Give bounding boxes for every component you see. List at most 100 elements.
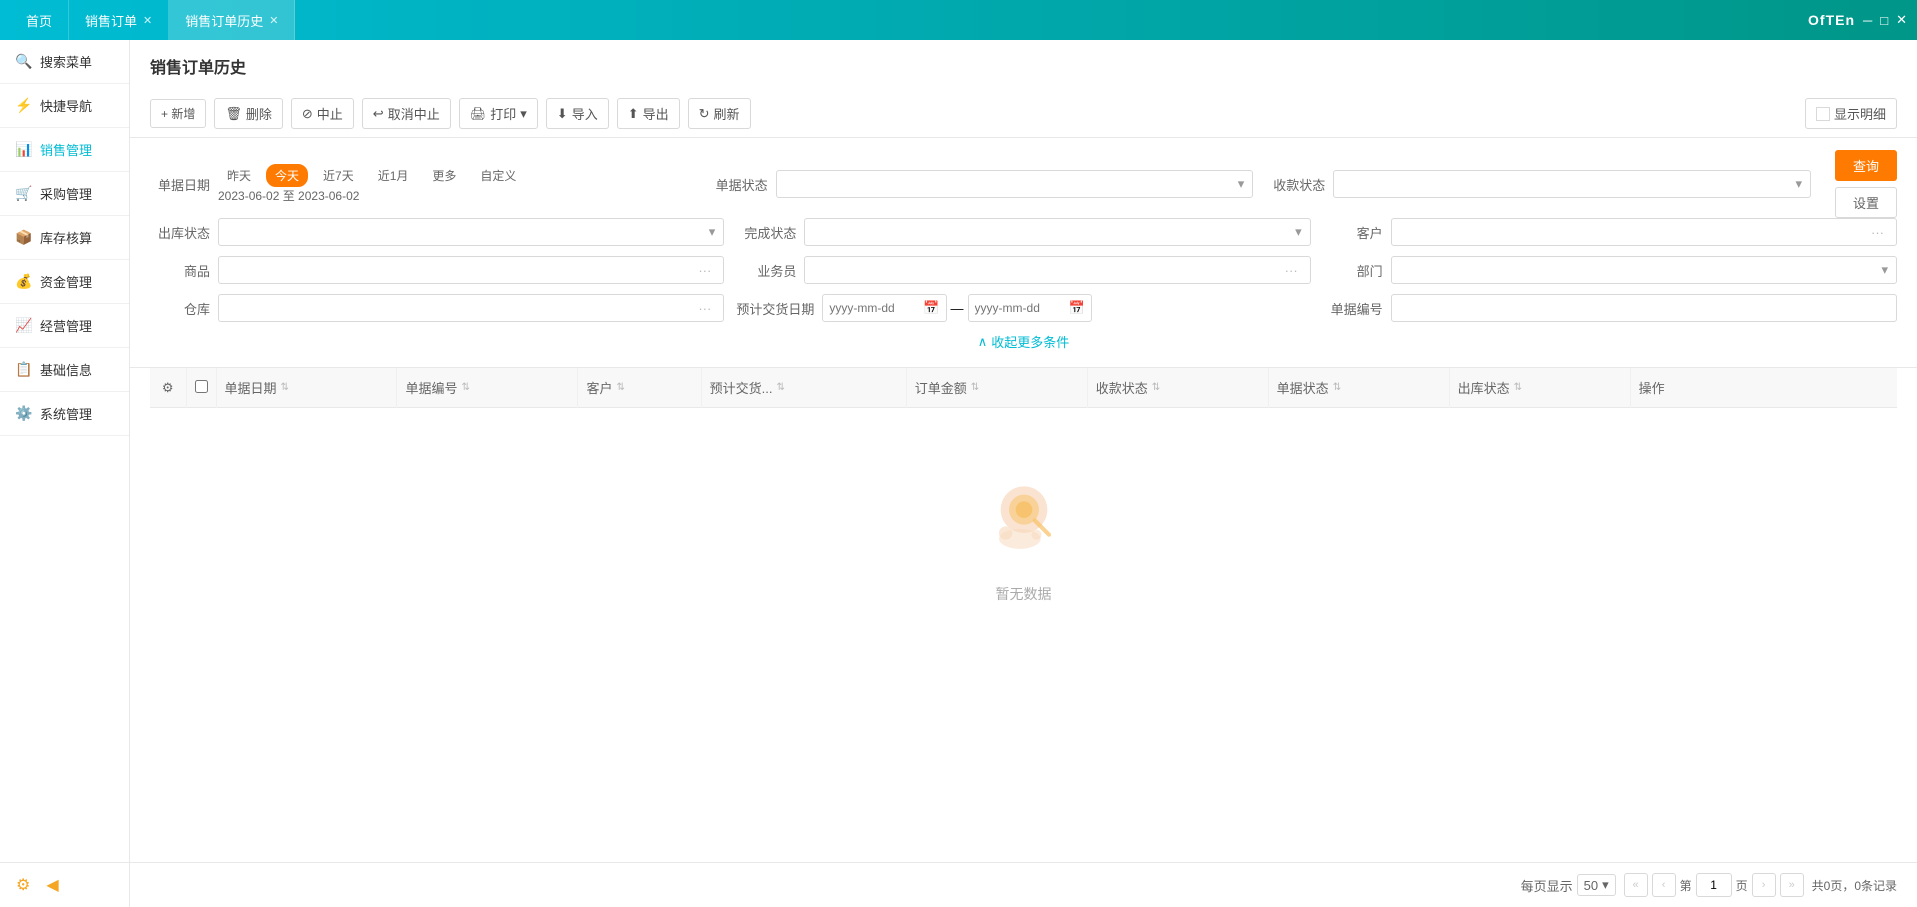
filter-delivery-date-item: 预计交货日期 📅 — 📅 bbox=[736, 294, 1310, 322]
page-size-chevron: ▾ bbox=[1602, 877, 1609, 893]
cancel-stop-button[interactable]: ↩ 取消中止 bbox=[362, 98, 451, 129]
print-button[interactable]: 🖨 打印 ▾ bbox=[459, 98, 538, 129]
th-delivery-sort[interactable]: 预计交货... ⇅ bbox=[710, 378, 898, 397]
tab-home[interactable]: 首页 bbox=[10, 0, 69, 40]
sort-customer-icon: ⇅ bbox=[616, 382, 624, 393]
delete-button[interactable]: 🗑 删除 bbox=[214, 98, 283, 129]
delivery-date-control: 📅 — 📅 bbox=[822, 294, 1310, 322]
th-delivery: 预计交货... ⇅ bbox=[701, 368, 906, 408]
search-icon: 🔍 bbox=[16, 54, 32, 70]
warehouse-dots[interactable]: ··· bbox=[694, 301, 715, 316]
complete-status-chevron: ▾ bbox=[1295, 224, 1302, 240]
sidebar-item-sales-label: 销售管理 bbox=[40, 140, 92, 159]
filter-row-1: 单据日期 昨天 今天 近7天 近1月 更多 自定义 2023-06-02 至 2… bbox=[150, 150, 1897, 218]
tab-sales-order-label: 销售订单 bbox=[85, 11, 137, 30]
export-button[interactable]: ⬆ 导出 bbox=[617, 98, 680, 129]
minimize-btn[interactable]: ─ bbox=[1863, 13, 1872, 28]
filter-salesman-item: 业务员 ··· bbox=[736, 256, 1310, 284]
refresh-label: 刷新 bbox=[714, 104, 740, 123]
collapse-conditions[interactable]: ∧ 收起更多条件 bbox=[150, 328, 1897, 355]
calendar-start-icon[interactable]: 📅 bbox=[923, 300, 939, 316]
filter-order-no-item: 单据编号 bbox=[1323, 294, 1897, 322]
next-page-btn[interactable]: › bbox=[1752, 873, 1776, 897]
query-button[interactable]: 查询 bbox=[1835, 150, 1897, 181]
prev-page-btn[interactable]: ‹ bbox=[1652, 873, 1676, 897]
product-dots[interactable]: ··· bbox=[694, 263, 715, 278]
sidebar-item-finance[interactable]: 💰 资金管理 bbox=[0, 260, 129, 304]
sort-delivery-icon: ⇅ bbox=[776, 382, 784, 393]
date-today[interactable]: 今天 bbox=[266, 164, 308, 187]
new-button[interactable]: + 新增 bbox=[150, 99, 206, 128]
sidebar-item-quicknav[interactable]: ⚡ 快捷导航 bbox=[0, 84, 129, 128]
warehouse-status-label: 出库状态 bbox=[150, 223, 210, 242]
th-order-status-sort[interactable]: 单据状态 ⇅ bbox=[1277, 378, 1441, 397]
order-no-input[interactable] bbox=[1391, 294, 1897, 322]
close-btn[interactable]: ✕ bbox=[1896, 12, 1907, 28]
last-page-btn[interactable]: » bbox=[1780, 873, 1804, 897]
page-number-input[interactable] bbox=[1696, 873, 1732, 897]
display-detail-button[interactable]: 显示明细 bbox=[1805, 98, 1897, 129]
delivery-date-start-input[interactable] bbox=[829, 301, 919, 315]
date-7days[interactable]: 近7天 bbox=[314, 164, 363, 187]
date-custom[interactable]: 自定义 bbox=[471, 164, 525, 187]
calendar-end-icon[interactable]: 📅 bbox=[1069, 300, 1085, 316]
tab-sales-order-history-close[interactable]: ✕ bbox=[269, 14, 278, 27]
sidebar-item-search-label: 搜索菜单 bbox=[40, 52, 92, 71]
settings-bottom-icon[interactable]: ⚙ bbox=[16, 875, 30, 895]
sidebar-item-purchase[interactable]: 🛒 采购管理 bbox=[0, 172, 129, 216]
date-1month[interactable]: 近1月 bbox=[369, 164, 418, 187]
date-more[interactable]: 更多 bbox=[423, 164, 465, 187]
stop-icon: ⊘ bbox=[302, 106, 313, 122]
sidebar-item-sales[interactable]: 📊 销售管理 bbox=[0, 128, 129, 172]
sidebar-item-system[interactable]: ⚙️ 系统管理 bbox=[0, 392, 129, 436]
refresh-icon: ↻ bbox=[699, 106, 710, 122]
display-detail-checkbox[interactable] bbox=[1816, 107, 1830, 121]
warehouse-status-select[interactable]: ▾ bbox=[218, 218, 724, 246]
salesman-dots[interactable]: ··· bbox=[1281, 263, 1302, 278]
top-right-controls: OfTEn ─ □ ✕ bbox=[1808, 12, 1907, 28]
stop-button[interactable]: ⊘ 中止 bbox=[291, 98, 354, 129]
th-warehouse-status-sort[interactable]: 出库状态 ⇅ bbox=[1458, 378, 1622, 397]
empty-state-icon bbox=[974, 468, 1074, 568]
tab-sales-order-close[interactable]: ✕ bbox=[143, 14, 152, 27]
order-status-label: 单据状态 bbox=[708, 175, 768, 194]
th-date-sort[interactable]: 单据日期 ⇅ bbox=[225, 378, 389, 397]
sidebar-item-search[interactable]: 🔍 搜索菜单 bbox=[0, 40, 129, 84]
refresh-button[interactable]: ↻ 刷新 bbox=[688, 98, 751, 129]
page-size-label: 每页显示 bbox=[1521, 876, 1573, 895]
th-customer: 客户 ⇅ bbox=[578, 368, 701, 408]
page-size-box[interactable]: 50 ▾ bbox=[1577, 874, 1616, 896]
delivery-date-start-group: 📅 bbox=[822, 294, 946, 322]
th-warehouse-status-label: 出库状态 bbox=[1458, 378, 1510, 397]
customer-select[interactable]: ··· bbox=[1391, 218, 1897, 246]
sidebar-item-basic-info[interactable]: 📋 基础信息 bbox=[0, 348, 129, 392]
import-button[interactable]: ⬇ 导入 bbox=[546, 98, 609, 129]
table-settings-icon[interactable]: ⚙ bbox=[162, 380, 174, 395]
collapse-sidebar-icon[interactable]: ◀ bbox=[46, 875, 58, 895]
select-all-checkbox[interactable] bbox=[195, 380, 208, 393]
tab-sales-order-history[interactable]: 销售订单历史 ✕ bbox=[169, 0, 295, 40]
product-select[interactable]: ··· bbox=[218, 256, 724, 284]
customer-dots[interactable]: ··· bbox=[1867, 225, 1888, 240]
product-label: 商品 bbox=[150, 261, 210, 280]
tab-sales-order[interactable]: 销售订单 ✕ bbox=[69, 0, 169, 40]
complete-status-select[interactable]: ▾ bbox=[804, 218, 1310, 246]
th-customer-sort[interactable]: 客户 ⇅ bbox=[586, 378, 692, 397]
order-status-select[interactable]: ▾ bbox=[776, 170, 1254, 198]
th-order-no-sort[interactable]: 单据编号 ⇅ bbox=[405, 378, 569, 397]
th-receipt-status-sort[interactable]: 收款状态 ⇅ bbox=[1096, 378, 1260, 397]
pagination-nav: « ‹ 第 页 › » bbox=[1624, 873, 1804, 897]
maximize-btn[interactable]: □ bbox=[1880, 13, 1888, 28]
sidebar-item-inventory[interactable]: 📦 库存核算 bbox=[0, 216, 129, 260]
setting-button[interactable]: 设置 bbox=[1835, 187, 1897, 218]
salesman-select[interactable]: ··· bbox=[804, 256, 1310, 284]
first-page-btn[interactable]: « bbox=[1624, 873, 1648, 897]
receipt-status-select[interactable]: ▾ bbox=[1333, 170, 1811, 198]
purchase-icon: 🛒 bbox=[16, 186, 32, 202]
delivery-date-end-input[interactable] bbox=[975, 301, 1065, 315]
th-amount-sort[interactable]: 订单金额 ⇅ bbox=[915, 378, 1079, 397]
date-yesterday[interactable]: 昨天 bbox=[218, 164, 260, 187]
warehouse-select[interactable]: ··· bbox=[218, 294, 724, 322]
sidebar-item-operations[interactable]: 📈 经营管理 bbox=[0, 304, 129, 348]
dept-select[interactable]: ▾ bbox=[1391, 256, 1897, 284]
